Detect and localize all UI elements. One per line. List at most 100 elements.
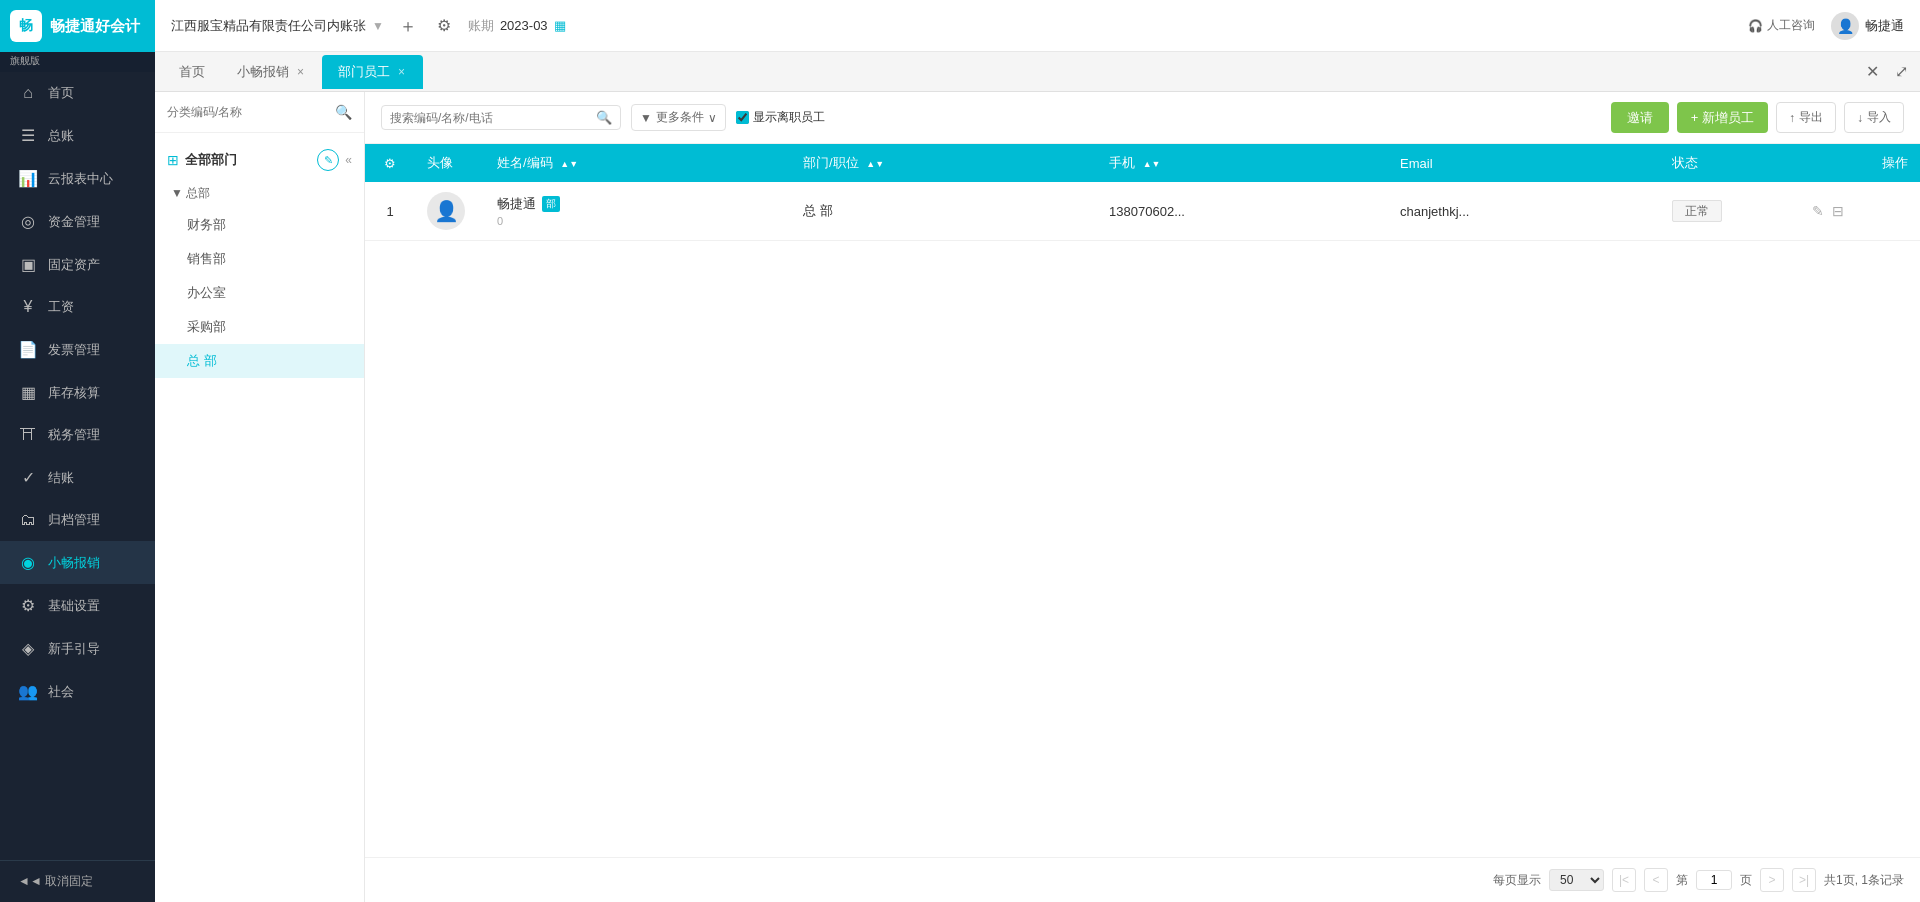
tab-expand-button[interactable]: ⤢: [1891, 58, 1912, 85]
search-icon: 🔍: [596, 110, 612, 125]
exit-employee-button[interactable]: ⊟: [1832, 203, 1844, 219]
logo-area: 畅 畅捷通好会计: [0, 0, 155, 52]
assets-icon: ▣: [18, 255, 38, 274]
page-number-input[interactable]: [1696, 870, 1732, 890]
row-name-cell: 畅捷通 部 0: [485, 182, 791, 241]
mobile-sort-icon: ▲▼: [1143, 160, 1161, 169]
sidebar-item-label: 工资: [48, 298, 74, 316]
dept-sort-icon: ▲▼: [866, 160, 884, 169]
col-dept[interactable]: 部门/职位 ▲▼: [791, 144, 1097, 182]
sidebar-item-close-period[interactable]: ✓ 结账: [0, 456, 155, 499]
sidebar-item-basic-settings[interactable]: ⚙ 基础设置: [0, 584, 155, 627]
sidebar-item-label: 税务管理: [48, 426, 100, 444]
sidebar-item-cloud-reports[interactable]: 📊 云报表中心: [0, 157, 155, 200]
topbar: 江西服宝精品有限责任公司内账张 ▼ ＋ ⚙ 账期 2023-03 ▦ 🎧 人工咨…: [155, 0, 1920, 52]
sidebar-item-guide[interactable]: ◈ 新手引导: [0, 627, 155, 670]
support-button[interactable]: 🎧 人工咨询: [1748, 17, 1815, 34]
show-resigned-checkbox[interactable]: 显示离职员工: [736, 109, 825, 126]
all-departments-item[interactable]: ⊞ 全部部门 ✎ «: [155, 141, 364, 179]
col-settings[interactable]: ⚙: [365, 144, 415, 182]
cancel-fixed-button[interactable]: ◄◄ 取消固定: [0, 860, 155, 902]
sidebar-item-label: 归档管理: [48, 511, 100, 529]
tab-expense-close[interactable]: ×: [295, 65, 306, 79]
logo-title: 畅捷通好会计: [50, 17, 140, 35]
name-code-block: 畅捷通 部 0: [497, 195, 779, 227]
dept-edit-icon[interactable]: ✎: [317, 149, 339, 171]
dept-search-icon[interactable]: 🔍: [335, 104, 352, 120]
dept-section-header: ▼ 总部: [155, 179, 364, 208]
dept-item-sales[interactable]: 销售部: [155, 242, 364, 276]
dept-item-purchasing[interactable]: 采购部: [155, 310, 364, 344]
company-selector[interactable]: 江西服宝精品有限责任公司内账张 ▼: [171, 17, 384, 35]
sidebar-item-funds[interactable]: ◎ 资金管理: [0, 200, 155, 243]
col-actions: 操作: [1800, 144, 1920, 182]
tab-department-close[interactable]: ×: [396, 65, 407, 79]
sidebar-item-home[interactable]: ⌂ 首页: [0, 72, 155, 114]
tab-department-label: 部门员工: [338, 63, 390, 81]
dept-item-office[interactable]: 办公室: [155, 276, 364, 310]
employee-search-input[interactable]: [390, 111, 590, 125]
tab-close-all-button[interactable]: ✕: [1862, 58, 1883, 85]
dept-item-general-label: 总 部: [187, 353, 217, 368]
dept-item-finance[interactable]: 财务部: [155, 208, 364, 242]
sidebar-item-label: 资金管理: [48, 213, 100, 231]
salary-icon: ¥: [18, 298, 38, 316]
prev-page-button[interactable]: <: [1644, 868, 1668, 892]
name-row: 畅捷通 部: [497, 195, 779, 213]
section-label: 总部: [186, 186, 210, 200]
last-page-button[interactable]: >|: [1792, 868, 1816, 892]
action-buttons: ✎ ⊟: [1812, 203, 1908, 219]
sidebar-item-tax[interactable]: ⛩ 税务管理: [0, 414, 155, 456]
sidebar-item-label: 发票管理: [48, 341, 100, 359]
export-button[interactable]: ↑ 导出: [1776, 102, 1836, 133]
pagination-bar: 每页显示 50 100 200 |< < 第 页 > >| 共1页, 1条记录: [365, 857, 1920, 902]
sidebar-item-invoice[interactable]: 📄 发票管理: [0, 328, 155, 371]
sidebar-item-label: 首页: [48, 84, 74, 102]
dept-search-input[interactable]: [167, 105, 329, 119]
cancel-fixed-label: ◄◄ 取消固定: [18, 873, 93, 890]
main-area: 江西服宝精品有限责任公司内账张 ▼ ＋ ⚙ 账期 2023-03 ▦ 🎧 人工咨…: [155, 0, 1920, 902]
user-menu[interactable]: 👤 畅捷通: [1831, 12, 1904, 40]
add-company-button[interactable]: ＋: [396, 14, 420, 38]
dept-tree: ⊞ 全部部门 ✎ « ▼ 总部 财务部 销售部 办公室: [155, 133, 364, 902]
gear-icon[interactable]: ⚙: [432, 14, 456, 38]
edit-employee-button[interactable]: ✎: [1812, 203, 1824, 219]
dept-item-general[interactable]: 总 部: [155, 344, 364, 378]
col-status: 状态: [1660, 144, 1800, 182]
sidebar-item-salary[interactable]: ¥ 工资: [0, 286, 155, 328]
support-label: 人工咨询: [1767, 17, 1815, 34]
tab-expense[interactable]: 小畅报销 ×: [221, 55, 322, 89]
sidebar-item-social[interactable]: 👥 社会: [0, 670, 155, 713]
add-employee-button[interactable]: + 新增员工: [1677, 102, 1768, 133]
col-name-code[interactable]: 姓名/编码 ▲▼: [485, 144, 791, 182]
page-size-select[interactable]: 50 100 200: [1549, 869, 1604, 891]
sidebar-item-label: 固定资产: [48, 256, 100, 274]
dept-item-purchasing-label: 采购部: [187, 319, 226, 334]
expense-icon: ◉: [18, 553, 38, 572]
sidebar-item-archive[interactable]: 🗂 归档管理: [0, 499, 155, 541]
sidebar-item-fixed-assets[interactable]: ▣ 固定资产: [0, 243, 155, 286]
resigned-checkbox-input[interactable]: [736, 111, 749, 124]
col-mobile-label: 手机: [1109, 155, 1135, 170]
filter-button[interactable]: ▼ 更多条件 ∨: [631, 104, 726, 131]
invite-button[interactable]: 邀请: [1611, 102, 1669, 133]
next-page-button[interactable]: >: [1760, 868, 1784, 892]
collapse-icon[interactable]: «: [345, 153, 352, 167]
tab-home[interactable]: 首页: [163, 55, 221, 89]
employee-dept: 总 部: [803, 203, 833, 218]
name-sort-icon: ▲▼: [560, 160, 578, 169]
import-button[interactable]: ↓ 导入: [1844, 102, 1904, 133]
first-page-button[interactable]: |<: [1612, 868, 1636, 892]
sidebar-item-expense[interactable]: ◉ 小畅报销: [0, 541, 155, 584]
employee-mobile: 138070602...: [1109, 204, 1185, 219]
sidebar-item-general-ledger[interactable]: ☰ 总账: [0, 114, 155, 157]
sidebar-item-label: 云报表中心: [48, 170, 113, 188]
avatar: 👤: [1831, 12, 1859, 40]
sidebar-item-inventory[interactable]: ▦ 库存核算: [0, 371, 155, 414]
social-icon: 👥: [18, 682, 38, 701]
filter-icon: ▼: [640, 111, 652, 125]
col-mobile[interactable]: 手机 ▲▼: [1097, 144, 1388, 182]
guide-icon: ◈: [18, 639, 38, 658]
sidebar-item-label: 新手引导: [48, 640, 100, 658]
tab-department[interactable]: 部门员工 ×: [322, 55, 423, 89]
